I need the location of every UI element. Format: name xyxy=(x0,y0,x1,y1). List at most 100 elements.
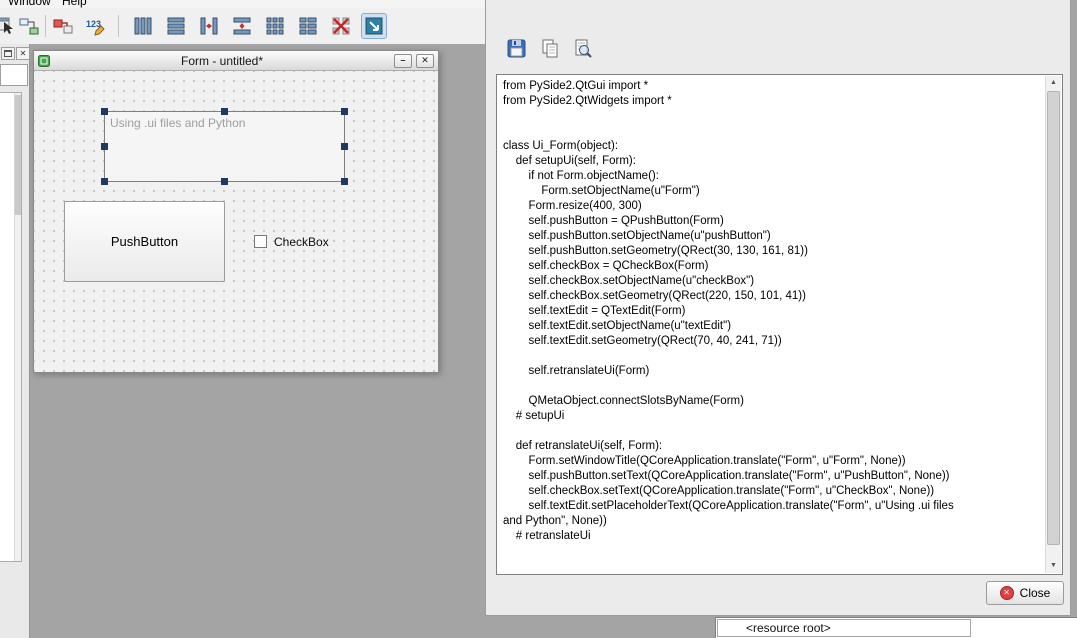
widget-list-scroll-thumb[interactable] xyxy=(15,95,21,215)
save-button[interactable] xyxy=(502,34,530,62)
code-line xyxy=(503,109,1045,124)
code-line: # setupUi xyxy=(503,409,1045,424)
layout-form-icon xyxy=(297,15,319,37)
save-icon xyxy=(506,38,527,59)
svg-text:123: 123 xyxy=(86,19,101,29)
code-view[interactable]: from PySide2.QtGui import *from PySide2.… xyxy=(498,76,1045,573)
edit-signals-slots-button[interactable] xyxy=(16,13,42,39)
selection-handle-ne[interactable] xyxy=(341,108,348,115)
layout-grid-button[interactable] xyxy=(262,13,288,39)
break-layout-button[interactable] xyxy=(328,13,354,39)
form-window-titlebar[interactable]: Form - untitled* – ✕ xyxy=(34,51,438,71)
widget-box-dock: ✕ xyxy=(0,44,30,638)
code-line: and Python", None)) xyxy=(503,514,1045,529)
code-line: QMetaObject.connectSlotsByName(Form) xyxy=(503,394,1045,409)
code-frame: from PySide2.QtGui import *from PySide2.… xyxy=(496,74,1063,575)
layout-horizontal-button[interactable] xyxy=(130,13,156,39)
form-canvas[interactable]: Using .ui files and Python PushButton Ch… xyxy=(34,71,438,372)
code-line: from PySide2.QtGui import * xyxy=(503,79,1045,94)
code-line: from PySide2.QtWidgets import * xyxy=(503,94,1045,109)
dock-float-button[interactable] xyxy=(1,47,15,60)
widget-list-scrollbar[interactable] xyxy=(14,93,21,561)
edit-signals-slots-icon xyxy=(18,15,40,37)
code-line: self.textEdit.setObjectName(u"textEdit") xyxy=(503,319,1045,334)
checkbox-widget[interactable]: CheckBox xyxy=(254,221,355,262)
toolbar-separator xyxy=(118,15,119,37)
code-line: self.retranslateUi(Form) xyxy=(503,364,1045,379)
close-button[interactable]: ✕ Close xyxy=(986,581,1064,605)
code-line xyxy=(503,379,1045,394)
layout-form-button[interactable] xyxy=(295,13,321,39)
menu-bar: Window Help xyxy=(0,0,485,8)
find-icon xyxy=(572,38,593,59)
scrollbar-thumb[interactable] xyxy=(1047,91,1060,545)
dock-float-icon xyxy=(4,50,12,57)
layout-vertical-button[interactable] xyxy=(163,13,189,39)
menu-window[interactable]: Window xyxy=(8,0,51,8)
copy-icon xyxy=(540,38,561,59)
resource-browser: <resource root> xyxy=(715,617,1077,638)
form-minimize-button[interactable]: – xyxy=(394,54,412,68)
pushbutton-label: PushButton xyxy=(111,234,178,249)
widget-box-list[interactable] xyxy=(0,92,22,562)
widget-filter-input[interactable] xyxy=(0,64,28,86)
layout-grid-icon xyxy=(264,15,286,37)
form-close-button[interactable]: ✕ xyxy=(416,54,434,68)
code-line: self.textEdit.setPlaceholderText(QCoreAp… xyxy=(503,499,1045,514)
dock-close-icon: ✕ xyxy=(20,49,27,58)
close-button-label: Close xyxy=(1020,586,1051,600)
code-line: # retranslateUi xyxy=(503,529,1045,544)
toolbar-separator xyxy=(45,15,46,37)
layout-horizontal-icon xyxy=(132,15,154,37)
edit-buddies-button[interactable] xyxy=(50,13,76,39)
layout-vertical-splitter-icon xyxy=(231,15,253,37)
break-layout-icon xyxy=(330,15,352,37)
edit-widgets-button[interactable] xyxy=(0,13,17,39)
selection-handle-n[interactable] xyxy=(221,108,228,115)
pushbutton-widget[interactable]: PushButton xyxy=(64,201,225,282)
selection-handle-s[interactable] xyxy=(221,178,228,185)
edit-tab-order-button[interactable]: 123 xyxy=(82,13,108,39)
selection-handle-se[interactable] xyxy=(341,178,348,185)
scroll-down-icon[interactable]: ▼ xyxy=(1046,559,1061,573)
layout-vertical-splitter-button[interactable] xyxy=(229,13,255,39)
checkbox-label: CheckBox xyxy=(274,235,329,249)
adjust-size-icon xyxy=(363,15,385,37)
layout-horizontal-splitter-button[interactable] xyxy=(196,13,222,39)
resource-root-item[interactable]: <resource root> xyxy=(717,619,971,637)
code-line xyxy=(503,124,1045,139)
code-line: if not Form.objectName(): xyxy=(503,169,1045,184)
code-line: self.textEdit = QTextEdit(Form) xyxy=(503,304,1045,319)
adjust-size-button[interactable] xyxy=(361,13,387,39)
edit-buddies-icon xyxy=(52,15,74,37)
checkbox-box-icon[interactable] xyxy=(254,235,267,248)
textedit-widget[interactable]: Using .ui files and Python xyxy=(104,111,345,182)
find-button[interactable] xyxy=(568,34,596,62)
textedit-placeholder: Using .ui files and Python xyxy=(110,116,245,130)
code-line: Form.setObjectName(u"Form") xyxy=(503,184,1045,199)
close-button-icon: ✕ xyxy=(1000,586,1014,600)
dock-close-button[interactable]: ✕ xyxy=(16,47,30,60)
menu-help[interactable]: Help xyxy=(62,0,87,8)
edit-tab-order-icon: 123 xyxy=(84,15,106,37)
code-line: self.checkBox.setText(QCoreApplication.t… xyxy=(503,484,1045,499)
code-line: self.pushButton.setText(QCoreApplication… xyxy=(503,469,1045,484)
code-vertical-scrollbar[interactable]: ▲ ▼ xyxy=(1045,76,1061,573)
selection-handle-e[interactable] xyxy=(341,143,348,150)
form-window: Form - untitled* – ✕ Using .ui files and… xyxy=(33,50,439,373)
code-line: self.textEdit.setGeometry(QRect(70, 40, … xyxy=(503,334,1045,349)
edit-widgets-icon xyxy=(0,15,15,37)
selection-handle-sw[interactable] xyxy=(101,178,108,185)
code-line: self.pushButton.setObjectName(u"pushButt… xyxy=(503,229,1045,244)
layout-horizontal-splitter-icon xyxy=(198,15,220,37)
code-line: def setupUi(self, Form): xyxy=(503,154,1045,169)
selection-handle-nw[interactable] xyxy=(101,108,108,115)
code-line: self.checkBox.setObjectName(u"checkBox") xyxy=(503,274,1045,289)
code-line: Form.resize(400, 300) xyxy=(503,199,1045,214)
copy-button[interactable] xyxy=(536,34,564,62)
main-toolbar: 123 xyxy=(0,8,485,44)
code-line xyxy=(503,349,1045,364)
scroll-up-icon[interactable]: ▲ xyxy=(1046,76,1061,90)
selection-handle-w[interactable] xyxy=(101,143,108,150)
code-line: self.pushButton = QPushButton(Form) xyxy=(503,214,1045,229)
